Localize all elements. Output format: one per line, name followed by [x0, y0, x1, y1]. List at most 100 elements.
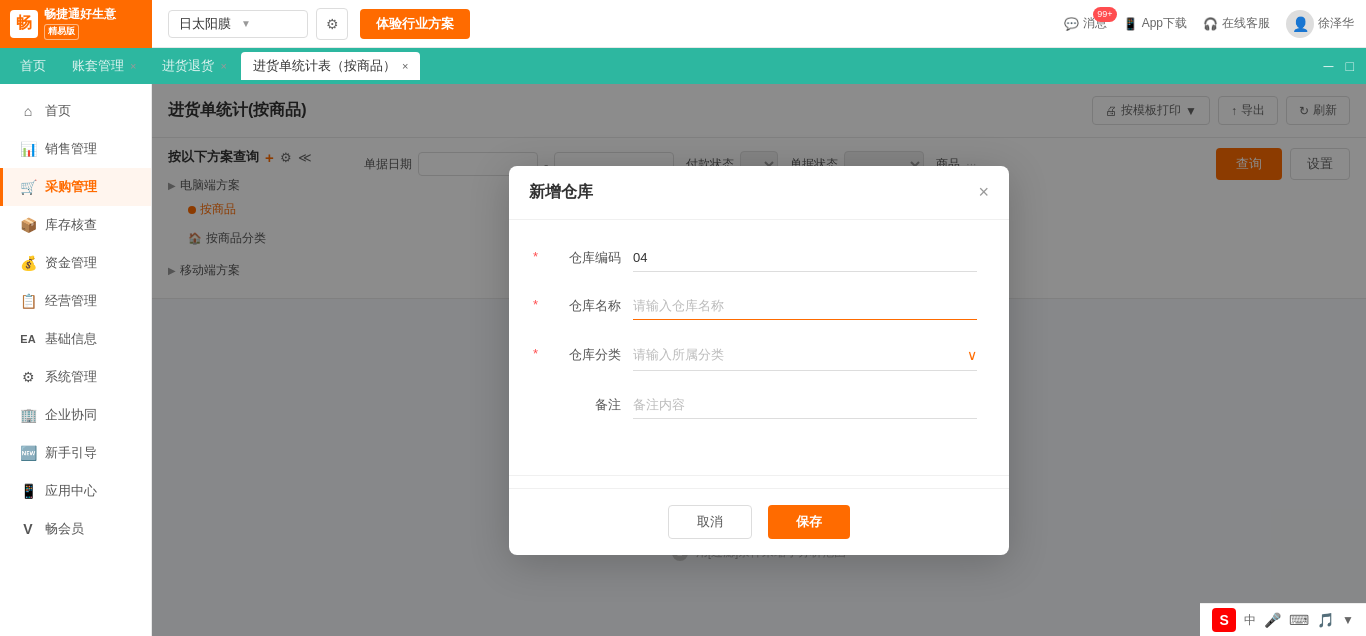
tab-purchase-return-label: 进货退货 [162, 57, 214, 75]
content-area: 进货单统计(按商品) 🖨 按模板打印 ▼ ↑ 导出 ↻ 刷新 [152, 84, 1366, 636]
messages-button[interactable]: 💬 消息 99+ [1064, 15, 1107, 32]
avatar: 👤 [1286, 10, 1314, 38]
operations-icon: 📋 [19, 293, 37, 309]
app-download-button[interactable]: 📱 App下载 [1123, 15, 1187, 32]
store-name: 日太阳膜 [179, 15, 235, 33]
store-dropdown-arrow: ▼ [241, 18, 297, 29]
sidebar-item-system[interactable]: ⚙ 系统管理 [0, 358, 151, 396]
warehouse-code-input[interactable] [633, 244, 977, 272]
sidebar-item-vip[interactable]: V 畅会员 [0, 510, 151, 548]
cancel-button[interactable]: 取消 [668, 505, 752, 539]
modal-overlay: 新增仓库 × 仓库编码 仓库名称 仓库 [152, 84, 1366, 636]
bottom-icon-chinese[interactable]: 中 [1244, 612, 1256, 629]
sidebar-item-operations[interactable]: 📋 经营管理 [0, 282, 151, 320]
logo-area: 畅 畅捷通好生意 精易版 [0, 0, 152, 48]
sidebar: ⌂ 首页 📊 销售管理 🛒 采购管理 📦 库存核查 💰 资金管理 📋 经营管理 … [0, 84, 152, 636]
basic-icon: EA [19, 333, 37, 345]
sidebar-operations-label: 经营管理 [45, 292, 97, 310]
warehouse-remark-input[interactable] [633, 391, 977, 419]
modal-header: 新增仓库 × [509, 166, 1009, 220]
bottom-icon-music[interactable]: 🎵 [1317, 612, 1334, 628]
apps-icon: 📱 [19, 483, 37, 499]
enterprise-icon: 🏢 [19, 407, 37, 423]
bottom-icon-mic[interactable]: 🎤 [1264, 612, 1281, 628]
sidebar-item-basic[interactable]: EA 基础信息 [0, 320, 151, 358]
add-warehouse-modal: 新增仓库 × 仓库编码 仓库名称 仓库 [509, 166, 1009, 555]
user-avatar-button[interactable]: 👤 徐泽华 [1286, 10, 1354, 38]
inventory-icon: 📦 [19, 217, 37, 233]
sidebar-item-inventory[interactable]: 📦 库存核查 [0, 206, 151, 244]
tab-bar: 首页 账套管理 × 进货退货 × 进货单统计表（按商品） × ─ □ [0, 48, 1366, 84]
sidebar-sales-label: 销售管理 [45, 140, 97, 158]
warehouse-category-label: 仓库分类 [541, 346, 621, 364]
warehouse-name-input[interactable] [633, 292, 977, 320]
sidebar-vip-label: 畅会员 [45, 520, 84, 538]
modal-title: 新增仓库 [529, 182, 593, 203]
modal-divider [509, 475, 1009, 476]
tab-right-buttons: ─ □ [1320, 56, 1358, 76]
username-label: 徐泽华 [1318, 15, 1354, 32]
phone-icon: 📱 [1123, 17, 1138, 31]
tab-purchase-stats[interactable]: 进货单统计表（按商品） × [241, 52, 420, 80]
finance-icon: 💰 [19, 255, 37, 271]
tab-purchase-stats-close[interactable]: × [402, 60, 408, 72]
warehouse-code-label: 仓库编码 [541, 249, 621, 267]
tab-purchase-return-close[interactable]: × [220, 60, 226, 72]
logo-icon: 畅 [10, 10, 38, 38]
sidebar-system-label: 系统管理 [45, 368, 97, 386]
sidebar-item-enterprise[interactable]: 🏢 企业协同 [0, 396, 151, 434]
sidebar-item-apps[interactable]: 📱 应用中心 [0, 472, 151, 510]
sidebar-purchase-label: 采购管理 [45, 178, 97, 196]
store-selector[interactable]: 日太阳膜 ▼ [168, 10, 308, 38]
modal-footer: 取消 保存 [509, 488, 1009, 555]
home-icon: ⌂ [19, 103, 37, 119]
headset-icon: 🎧 [1203, 17, 1218, 31]
warehouse-name-label: 仓库名称 [541, 297, 621, 315]
warehouse-code-field: 仓库编码 [541, 244, 977, 272]
warehouse-name-field: 仓库名称 [541, 292, 977, 320]
sidebar-enterprise-label: 企业协同 [45, 406, 97, 424]
tab-accounts-close[interactable]: × [130, 60, 136, 72]
warehouse-category-select[interactable]: 请输入所属分类 ∨ [633, 340, 977, 371]
warehouse-category-field: 仓库分类 请输入所属分类 ∨ [541, 340, 977, 371]
modal-close-button[interactable]: × [978, 183, 989, 201]
settings-button[interactable]: ⚙ [316, 8, 348, 40]
header-right: 💬 消息 99+ 📱 App下载 🎧 在线客服 👤 徐泽华 [1064, 10, 1354, 38]
sidebar-guide-label: 新手引导 [45, 444, 97, 462]
tab-purchase-return[interactable]: 进货退货 × [150, 52, 238, 80]
gear-icon: ⚙ [326, 16, 339, 32]
online-service-label: 在线客服 [1222, 15, 1270, 32]
message-icon: 💬 [1064, 17, 1079, 31]
s-logo: S [1212, 608, 1236, 632]
warehouse-category-placeholder: 请输入所属分类 [633, 346, 724, 364]
category-dropdown-arrow: ∨ [967, 347, 977, 363]
sidebar-item-home[interactable]: ⌂ 首页 [0, 92, 151, 130]
app-download-label: App下载 [1142, 15, 1187, 32]
bottom-icon-keyboard[interactable]: ⌨ [1289, 612, 1309, 628]
guide-icon: 🆕 [19, 445, 37, 461]
tab-home[interactable]: 首页 [8, 52, 58, 80]
bottom-icon-arrow[interactable]: ▼ [1342, 613, 1354, 627]
logo-line1: 畅捷通好生意 [44, 7, 116, 23]
top-header: 畅 畅捷通好生意 精易版 日太阳膜 ▼ ⚙ 体验行业方案 💬 消息 99+ 📱 … [0, 0, 1366, 48]
save-button[interactable]: 保存 [768, 505, 850, 539]
sidebar-item-guide[interactable]: 🆕 新手引导 [0, 434, 151, 472]
sidebar-item-finance[interactable]: 💰 资金管理 [0, 244, 151, 282]
system-icon: ⚙ [19, 369, 37, 385]
sidebar-item-purchase[interactable]: 🛒 采购管理 [0, 168, 151, 206]
tab-purchase-stats-label: 进货单统计表（按商品） [253, 57, 396, 75]
tab-minimize-button[interactable]: ─ [1320, 56, 1338, 76]
purchase-icon: 🛒 [19, 179, 37, 195]
online-service-button[interactable]: 🎧 在线客服 [1203, 15, 1270, 32]
tab-accounts-label: 账套管理 [72, 57, 124, 75]
sidebar-item-sales[interactable]: 📊 销售管理 [0, 130, 151, 168]
vip-icon: V [19, 521, 37, 537]
logo-text: 畅捷通好生意 精易版 [44, 7, 116, 40]
sidebar-finance-label: 资金管理 [45, 254, 97, 272]
tab-accounts[interactable]: 账套管理 × [60, 52, 148, 80]
tab-maximize-button[interactable]: □ [1342, 56, 1358, 76]
trial-button[interactable]: 体验行业方案 [360, 9, 470, 39]
sidebar-inventory-label: 库存核查 [45, 216, 97, 234]
messages-badge: 99+ [1093, 7, 1116, 22]
warehouse-remark-field: 备注 [541, 391, 977, 419]
